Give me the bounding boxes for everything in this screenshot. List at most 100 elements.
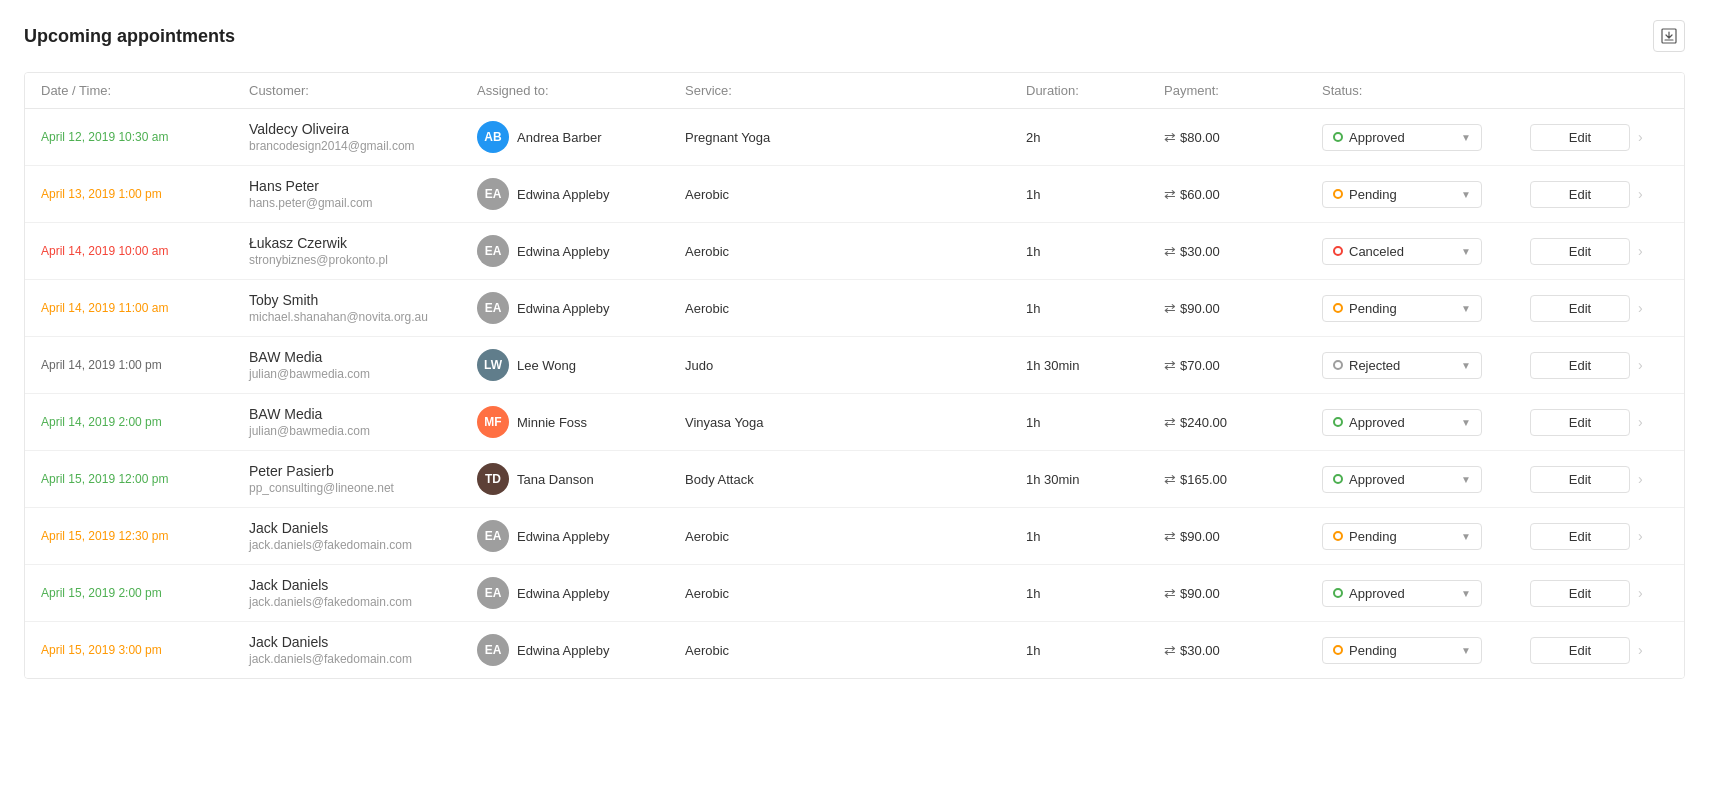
row-expand-icon[interactable]: › (1638, 186, 1668, 202)
row-expand-icon[interactable]: › (1638, 528, 1668, 544)
table-row: April 12, 2019 10:30 am Valdecy Oliveira… (25, 109, 1684, 166)
assigned-info: AB Andrea Barber (477, 121, 677, 153)
status-dropdown[interactable]: Pending ▼ (1322, 181, 1482, 208)
customer-info: Łukasz Czerwik stronybiznes@prokonto.pl (249, 235, 469, 267)
row-expand-icon[interactable]: › (1638, 585, 1668, 601)
edit-button[interactable]: Edit (1530, 295, 1630, 322)
payment: ⇄ $80.00 (1164, 129, 1314, 145)
status-dot (1333, 417, 1343, 427)
status-cell: Pending ▼ (1322, 637, 1522, 664)
page-title: Upcoming appointments (24, 26, 235, 47)
page-header: Upcoming appointments (24, 20, 1685, 52)
status-cell: Canceled ▼ (1322, 238, 1522, 265)
chevron-down-icon: ▼ (1461, 474, 1471, 485)
avatar: EA (477, 292, 509, 324)
status-dot (1333, 132, 1343, 142)
duration: 1h (1026, 415, 1156, 430)
table-row: April 14, 2019 1:00 pm BAW Media julian@… (25, 337, 1684, 394)
service-name: Vinyasa Yoga (685, 415, 1018, 430)
assigned-info: EA Edwina Appleby (477, 520, 677, 552)
row-expand-icon[interactable]: › (1638, 414, 1668, 430)
col-header-actions (1530, 83, 1630, 98)
customer-name: BAW Media (249, 349, 469, 365)
customer-email: stronybiznes@prokonto.pl (249, 253, 469, 267)
appointment-date: April 15, 2019 12:00 pm (41, 472, 241, 486)
status-dropdown[interactable]: Pending ▼ (1322, 637, 1482, 664)
col-header-date: Date / Time: (41, 83, 241, 98)
payment: ⇄ $90.00 (1164, 300, 1314, 316)
export-button[interactable] (1653, 20, 1685, 52)
status-label: Canceled (1349, 244, 1455, 259)
assigned-name: Minnie Foss (517, 415, 587, 430)
customer-name: Hans Peter (249, 178, 469, 194)
payment-icon: ⇄ (1164, 414, 1176, 430)
customer-name: Jack Daniels (249, 577, 469, 593)
status-label: Approved (1349, 586, 1455, 601)
page-container: Upcoming appointments Date / Time: Custo… (0, 0, 1709, 699)
customer-name: Jack Daniels (249, 634, 469, 650)
appointment-date: April 14, 2019 11:00 am (41, 301, 241, 315)
assigned-info: EA Edwina Appleby (477, 577, 677, 609)
payment: ⇄ $240.00 (1164, 414, 1314, 430)
chevron-down-icon: ▼ (1461, 189, 1471, 200)
duration: 2h (1026, 130, 1156, 145)
edit-button[interactable]: Edit (1530, 637, 1630, 664)
assigned-info: EA Edwina Appleby (477, 292, 677, 324)
status-cell: Approved ▼ (1322, 124, 1522, 151)
service-name: Aerobic (685, 187, 1018, 202)
row-expand-icon[interactable]: › (1638, 243, 1668, 259)
status-dropdown[interactable]: Canceled ▼ (1322, 238, 1482, 265)
table-row: April 14, 2019 10:00 am Łukasz Czerwik s… (25, 223, 1684, 280)
status-cell: Approved ▼ (1322, 409, 1522, 436)
avatar: EA (477, 235, 509, 267)
edit-button[interactable]: Edit (1530, 238, 1630, 265)
table-row: April 14, 2019 2:00 pm BAW Media julian@… (25, 394, 1684, 451)
status-dot (1333, 303, 1343, 313)
edit-button[interactable]: Edit (1530, 181, 1630, 208)
row-expand-icon[interactable]: › (1638, 300, 1668, 316)
edit-button[interactable]: Edit (1530, 580, 1630, 607)
duration: 1h (1026, 586, 1156, 601)
table-row: April 15, 2019 12:00 pm Peter Pasierb pp… (25, 451, 1684, 508)
appointment-date: April 12, 2019 10:30 am (41, 130, 241, 144)
row-expand-icon[interactable]: › (1638, 357, 1668, 373)
status-dropdown[interactable]: Approved ▼ (1322, 580, 1482, 607)
edit-button[interactable]: Edit (1530, 523, 1630, 550)
edit-button[interactable]: Edit (1530, 124, 1630, 151)
customer-info: Toby Smith michael.shanahan@novita.org.a… (249, 292, 469, 324)
payment-icon: ⇄ (1164, 186, 1176, 202)
customer-info: Hans Peter hans.peter@gmail.com (249, 178, 469, 210)
edit-button[interactable]: Edit (1530, 409, 1630, 436)
status-dropdown[interactable]: Approved ▼ (1322, 124, 1482, 151)
chevron-down-icon: ▼ (1461, 246, 1471, 257)
status-dot (1333, 189, 1343, 199)
chevron-down-icon: ▼ (1461, 132, 1471, 143)
chevron-down-icon: ▼ (1461, 360, 1471, 371)
duration: 1h (1026, 244, 1156, 259)
customer-info: Jack Daniels jack.daniels@fakedomain.com (249, 634, 469, 666)
table-row: April 15, 2019 3:00 pm Jack Daniels jack… (25, 622, 1684, 678)
payment-icon: ⇄ (1164, 642, 1176, 658)
status-dropdown[interactable]: Approved ▼ (1322, 409, 1482, 436)
status-dropdown[interactable]: Pending ▼ (1322, 523, 1482, 550)
appointments-table: Date / Time: Customer: Assigned to: Serv… (24, 72, 1685, 679)
payment: ⇄ $70.00 (1164, 357, 1314, 373)
status-dropdown[interactable]: Rejected ▼ (1322, 352, 1482, 379)
status-cell: Pending ▼ (1322, 523, 1522, 550)
service-name: Pregnant Yoga (685, 130, 1018, 145)
avatar: LW (477, 349, 509, 381)
edit-button[interactable]: Edit (1530, 352, 1630, 379)
row-expand-icon[interactable]: › (1638, 471, 1668, 487)
service-name: Aerobic (685, 301, 1018, 316)
avatar: EA (477, 577, 509, 609)
row-expand-icon[interactable]: › (1638, 642, 1668, 658)
status-dot (1333, 246, 1343, 256)
row-expand-icon[interactable]: › (1638, 129, 1668, 145)
customer-info: Jack Daniels jack.daniels@fakedomain.com (249, 577, 469, 609)
status-dropdown[interactable]: Pending ▼ (1322, 295, 1482, 322)
edit-button[interactable]: Edit (1530, 466, 1630, 493)
service-name: Body Attack (685, 472, 1018, 487)
status-dropdown[interactable]: Approved ▼ (1322, 466, 1482, 493)
customer-name: BAW Media (249, 406, 469, 422)
status-label: Rejected (1349, 358, 1455, 373)
